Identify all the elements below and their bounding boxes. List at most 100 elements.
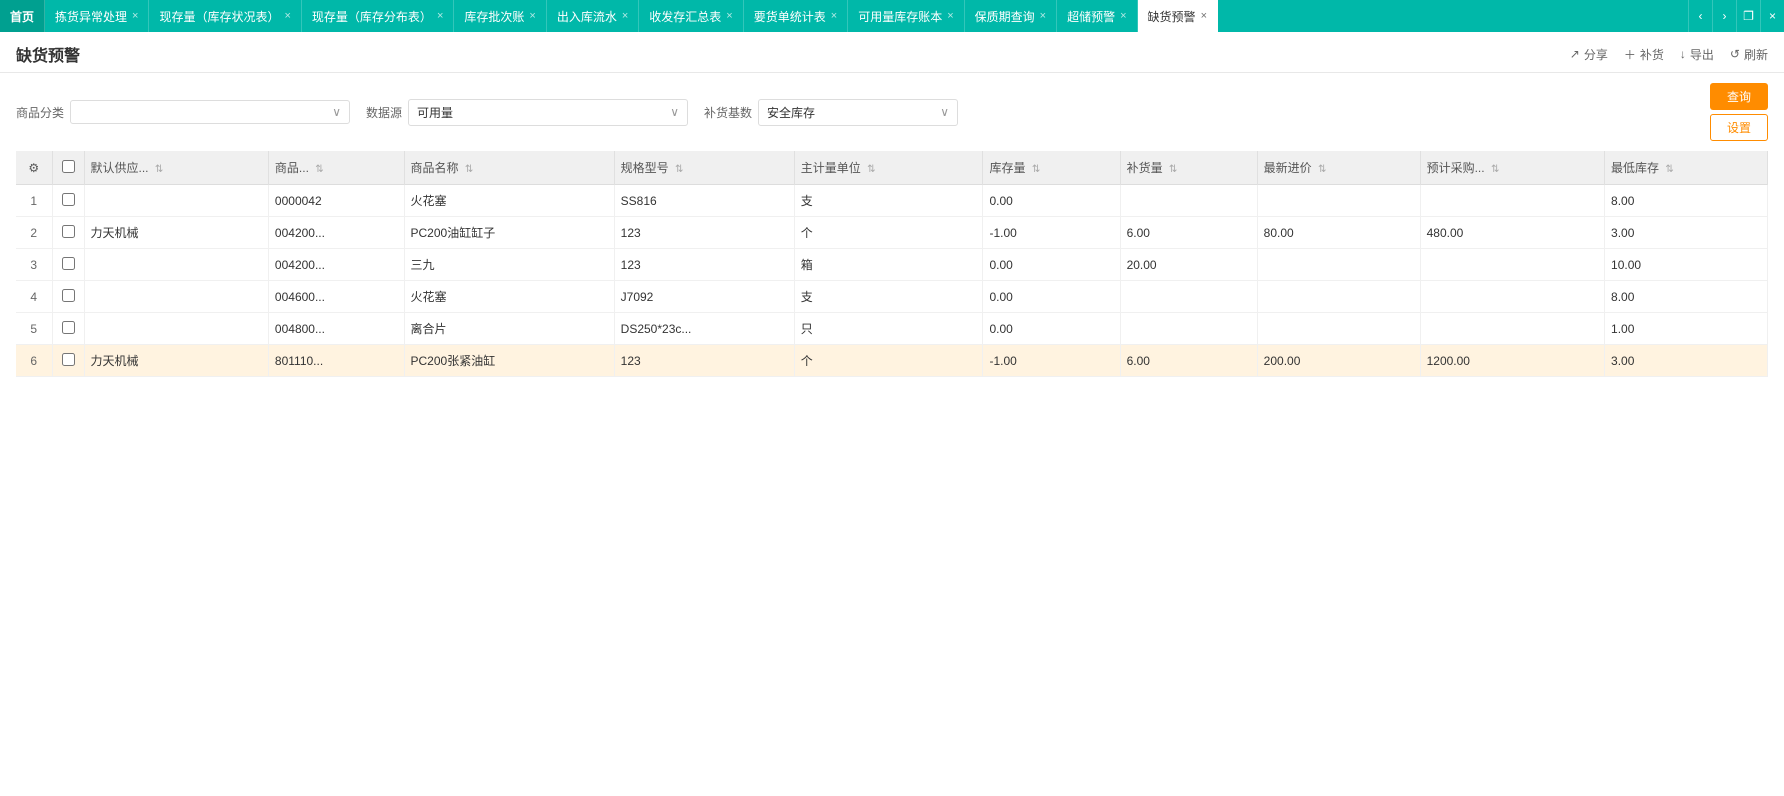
tab-bar: 首页 拣货异常处理 × 现存量（库存状况表） × 现存量（库存分布表） × 库存… [0,0,1784,32]
replenish-filter-group: 补货基数 安全库存 ∨ [704,99,958,126]
share-action[interactable]: ↗ 分享 [1570,46,1608,63]
tab-close-10[interactable]: × [1120,10,1126,22]
tab-label-5: 出入库流水 [557,8,617,25]
row-checkbox[interactable] [62,257,75,270]
category-select[interactable]: ∨ [70,100,350,124]
col-stock[interactable]: 库存量 ⇅ [983,151,1120,185]
query-button[interactable]: 查询 [1710,83,1768,110]
table-row[interactable]: 4 004600... 火花塞 J7092 支 0.00 8.00 [16,281,1768,313]
row-estimated-purchase: 480.00 [1420,217,1604,249]
tab-close-2[interactable]: × [284,10,290,22]
export-action[interactable]: ↓ 导出 [1680,46,1714,63]
row-num: 2 [16,217,52,249]
sort-code-icon: ⇅ [315,164,323,175]
col-estimated-purchase[interactable]: 预计采购... ⇅ [1420,151,1604,185]
row-replenish-qty [1120,281,1257,313]
tab-item-4[interactable]: 库存批次账 × [454,0,546,32]
row-checkbox-cell[interactable] [52,185,84,217]
datasource-filter-label: 数据源 [366,104,402,121]
tab-label-4: 库存批次账 [464,8,524,25]
col-checkbox[interactable] [52,151,84,185]
replenish-select[interactable]: 安全库存 ∨ [758,99,958,126]
row-default-supplier [84,249,268,281]
col-latest-price[interactable]: 最新进价 ⇅ [1257,151,1420,185]
replenish-action[interactable]: ＋ 补货 [1624,46,1664,63]
tab-next-btn[interactable]: › [1712,0,1736,32]
col-default-supplier[interactable]: 默认供应... ⇅ [84,151,268,185]
tab-close-6[interactable]: × [726,10,732,22]
tab-item-2[interactable]: 现存量（库存状况表） × [149,0,301,32]
tab-prev-btn[interactable]: ‹ [1688,0,1712,32]
row-checkbox[interactable] [62,225,75,238]
tab-label-6: 收发存汇总表 [649,8,721,25]
select-all-checkbox[interactable] [62,160,75,173]
row-unit: 个 [794,345,983,377]
row-checkbox[interactable] [62,193,75,206]
row-latest-price: 200.00 [1257,345,1420,377]
col-spec[interactable]: 规格型号 ⇅ [614,151,794,185]
tab-home[interactable]: 首页 [0,0,45,32]
window-restore-btn[interactable]: ❐ [1736,0,1760,32]
tab-close-11[interactable]: × [1201,10,1207,22]
datasource-chevron-icon: ∨ [670,105,679,119]
row-checkbox[interactable] [62,289,75,302]
row-checkbox[interactable] [62,353,75,366]
row-product-name: PC200油缸缸子 [404,217,614,249]
row-stock: 0.00 [983,281,1120,313]
refresh-action[interactable]: ↺ 刷新 [1730,46,1768,63]
col-product-name-label: 商品名称 [411,161,459,175]
window-close-btn[interactable]: × [1760,0,1784,32]
tab-close-4[interactable]: × [529,10,535,22]
tab-item-7[interactable]: 要货单统计表 × [744,0,848,32]
tab-close-7[interactable]: × [831,10,837,22]
datasource-select[interactable]: 可用量 ∨ [408,99,688,126]
tab-item-5[interactable]: 出入库流水 × [547,0,639,32]
tab-item-3[interactable]: 现存量（库存分布表） × [302,0,454,32]
col-settings[interactable]: ⚙ [16,151,52,185]
row-checkbox-cell[interactable] [52,281,84,313]
table-row[interactable]: 5 004800... 离合片 DS250*23c... 只 0.00 1.00 [16,313,1768,345]
row-min-stock: 8.00 [1605,281,1768,313]
tab-item-10[interactable]: 超储预警 × [1057,0,1137,32]
tab-item-9[interactable]: 保质期查询 × [965,0,1057,32]
row-checkbox-cell[interactable] [52,345,84,377]
category-filter-group: 商品分类 ∨ [16,100,350,124]
table-row[interactable]: 3 004200... 三九 123 箱 0.00 20.00 10.00 [16,249,1768,281]
col-unit[interactable]: 主计量单位 ⇅ [794,151,983,185]
row-min-stock: 3.00 [1605,345,1768,377]
row-stock: 0.00 [983,313,1120,345]
tab-label-2: 现存量（库存状况表） [159,8,279,25]
replenish-chevron-icon: ∨ [940,105,949,119]
tab-item-11[interactable]: 缺货预警 × [1138,0,1218,32]
row-product-code: 004600... [268,281,404,313]
tab-close-1[interactable]: × [132,10,138,22]
row-estimated-purchase [1420,249,1604,281]
row-checkbox-cell[interactable] [52,313,84,345]
tab-item-1[interactable]: 拣货异常处理 × [45,0,149,32]
replenish-select-value: 安全库存 [767,104,936,121]
category-filter-label: 商品分类 [16,104,64,121]
col-min-stock[interactable]: 最低库存 ⇅ [1605,151,1768,185]
table-row[interactable]: 6 力天机械 801110... PC200张紧油缸 123 个 -1.00 6… [16,345,1768,377]
tab-close-9[interactable]: × [1040,10,1046,22]
row-default-supplier: 力天机械 [84,345,268,377]
col-product-code[interactable]: 商品... ⇅ [268,151,404,185]
category-chevron-icon: ∨ [332,105,341,119]
tab-item-8[interactable]: 可用量库存账本 × [848,0,964,32]
table-row[interactable]: 1 0000042 火花塞 SS816 支 0.00 8.00 [16,185,1768,217]
row-checkbox-cell[interactable] [52,249,84,281]
col-product-name[interactable]: 商品名称 ⇅ [404,151,614,185]
tab-item-6[interactable]: 收发存汇总表 × [639,0,743,32]
row-checkbox-cell[interactable] [52,217,84,249]
sort-min-stock-icon: ⇅ [1665,164,1673,175]
row-checkbox[interactable] [62,321,75,334]
tab-close-3[interactable]: × [437,10,443,22]
tab-close-8[interactable]: × [947,10,953,22]
table-row[interactable]: 2 力天机械 004200... PC200油缸缸子 123 个 -1.00 6… [16,217,1768,249]
row-num: 3 [16,249,52,281]
col-replenish-qty[interactable]: 补货量 ⇅ [1120,151,1257,185]
row-replenish-qty: 20.00 [1120,249,1257,281]
col-stock-label: 库存量 [989,161,1025,175]
tab-close-5[interactable]: × [622,10,628,22]
settings-button[interactable]: 设置 [1710,114,1768,141]
